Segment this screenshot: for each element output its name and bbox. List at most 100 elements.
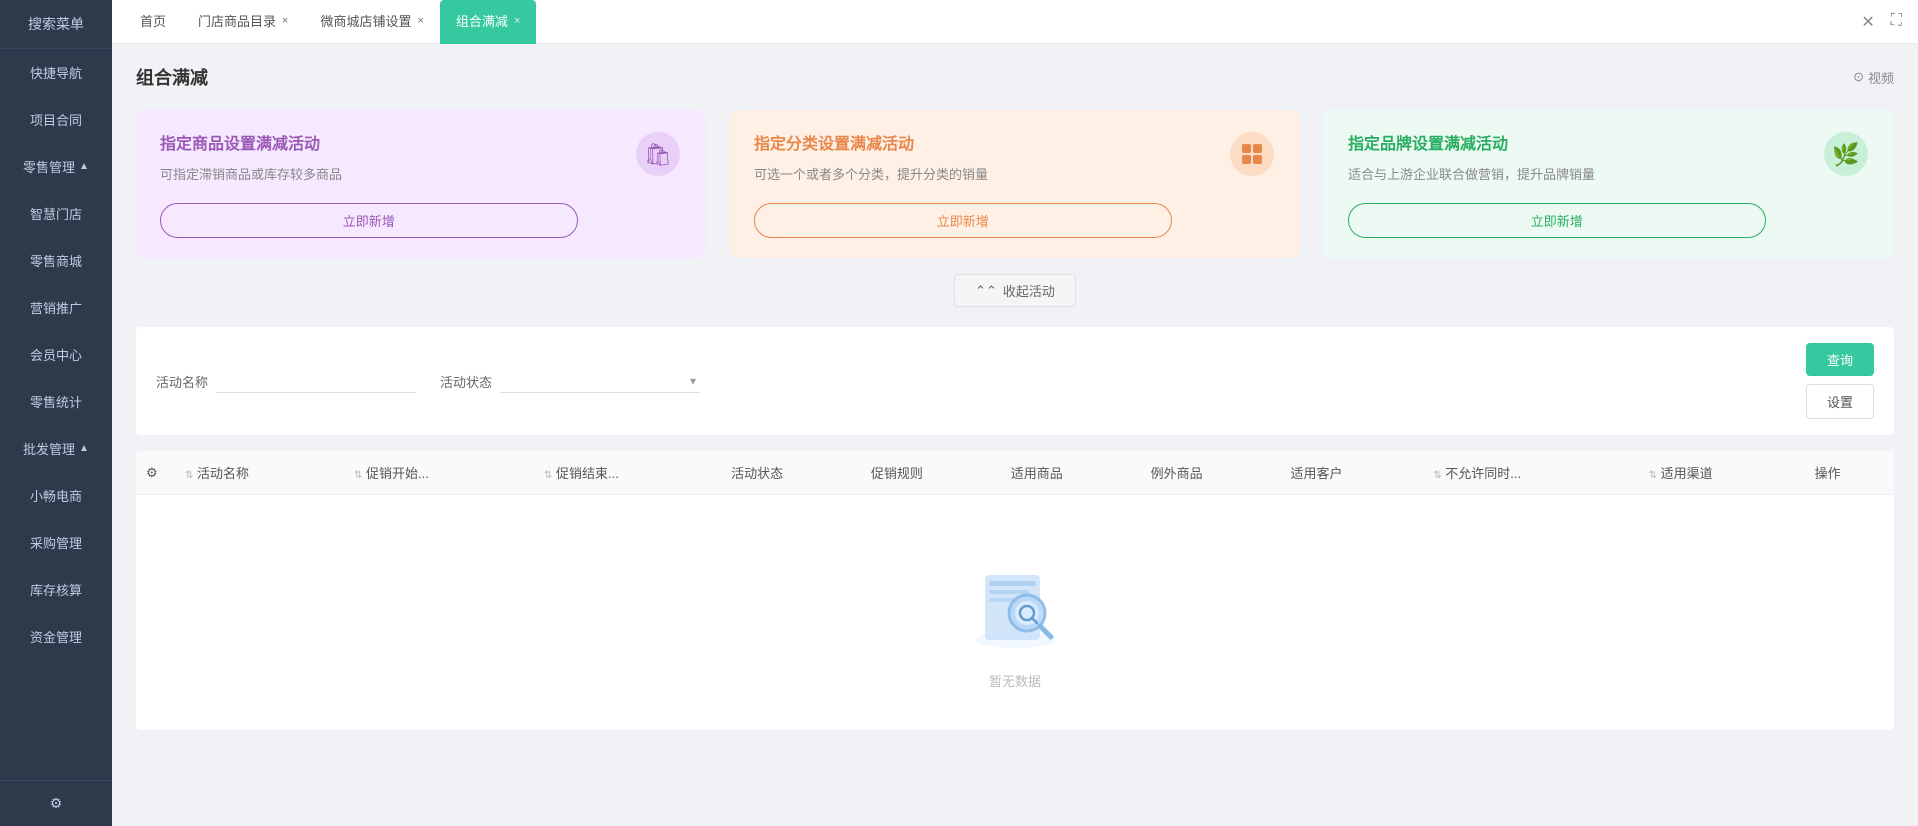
brand-activity-card: 🌿 指定品牌设置满减活动 适合与上游企业联合做营销，提升品牌销量 立即新增 [1324,110,1894,258]
page-content: 组合满减 ⊙ 视频 🛍 指定商品设置满减活动 可指定滞销商品或库存较多商品 立即… [112,44,1918,826]
table-header-applicable-channel[interactable]: ⇅ 适用渠道 [1636,451,1805,495]
filter-actions: 查询 设置 [1806,343,1874,419]
tab-combo-discount[interactable]: 组合满减 × [440,0,536,44]
sort-icon: ⇅ [544,470,552,481]
product-card-title: 指定商品设置满减活动 [160,130,682,154]
sidebar-item-inventory[interactable]: 库存核算 [0,566,112,613]
tab-store-catalog-label: 门店商品目录 [198,11,276,30]
sidebar-item-project-contract[interactable]: 项目合同 [0,96,112,143]
table-header-no-concurrent[interactable]: ⇅ 不允许同时... [1420,451,1635,495]
table-header-applicable-customer: 适用客户 [1280,451,1420,495]
close-icon[interactable]: × [282,15,288,27]
sort-icon: ⇅ [354,470,362,481]
collapse-button[interactable]: ⌃⌃ 收起活动 [954,274,1076,307]
activity-cards: 🛍 指定商品设置满减活动 可指定滞销商品或库存较多商品 立即新增 [136,110,1894,258]
table-header-promo-start[interactable]: ⇅ 促销开始... [341,451,531,495]
sidebar-item-smart-store[interactable]: 智慧门店 [0,190,112,237]
tab-store-catalog[interactable]: 门店商品目录 × [182,0,304,44]
chevron-up-icon: ▲ [79,161,89,172]
sidebar-item-label: 快捷导航 [30,63,82,82]
filter-name-input[interactable] [216,369,416,393]
chevron-down-icon: ▲ [79,443,89,454]
category-activity-card: 指定分类设置满减活动 可选一个或者多个分类，提升分类的销量 立即新增 [730,110,1300,258]
tab-wechat-store[interactable]: 微商城店铺设置 × [304,0,439,44]
video-label: 视频 [1868,68,1894,87]
filter-bar: 活动名称 活动状态 进行中 已结束 未开始 ▾ 查询 设置 [136,327,1894,435]
table-header-row: ⚙ ⇅ 活动名称 ⇅ 促销开始... ⇅ 促销结束... [136,451,1894,495]
filter-status-item: 活动状态 进行中 已结束 未开始 ▾ [440,369,700,393]
table-header-activity-status: 活动状态 [721,451,861,495]
sidebar-item-member-center[interactable]: 会员中心 [0,331,112,378]
table-container: ⚙ ⇅ 活动名称 ⇅ 促销开始... ⇅ 促销结束... [136,451,1894,730]
setting-button[interactable]: 设置 [1806,384,1874,419]
sidebar-item-label: 营销推广 [30,298,82,317]
sidebar-item-label: 小畅电商 [30,486,82,505]
tab-home-label: 首页 [140,11,166,30]
sidebar-item-label: 零售管理 [23,157,75,176]
gear-icon: ⚙ [146,465,158,480]
sidebar-item-fund-mgmt[interactable]: 资金管理 [0,613,112,660]
tab-combo-discount-label: 组合满减 [456,11,508,30]
page-header: 组合满减 ⊙ 视频 [136,64,1894,90]
brand-card-title: 指定品牌设置满减活动 [1348,130,1870,154]
empty-state: 暂无数据 [136,495,1894,730]
category-card-title: 指定分类设置满减活动 [754,130,1276,154]
tab-wechat-store-label: 微商城店铺设置 [320,11,411,30]
sidebar-item-retail-mgmt[interactable]: 零售管理 ▲ [0,143,112,190]
tab-bar: 首页 门店商品目录 × 微商城店铺设置 × 组合满减 × ✕ ⛶ [112,0,1918,44]
video-link[interactable]: ⊙ 视频 [1853,68,1894,87]
svg-text:🛍: 🛍 [644,142,672,167]
query-button[interactable]: 查询 [1806,343,1874,376]
sidebar-item-retail-mall[interactable]: 零售商城 [0,237,112,284]
empty-illustration [955,555,1075,655]
collapse-label: 收起活动 [1003,281,1055,300]
maximize-icon[interactable]: ⛶ [1887,8,1906,36]
table-header-operation: 操作 [1805,451,1894,495]
filter-name-label: 活动名称 [156,372,208,391]
sidebar-item-wholesale-mgmt[interactable]: 批发管理 ▲ [0,425,112,472]
sidebar-item-marketing[interactable]: 营销推广 [0,284,112,331]
sort-icon: ⇅ [185,470,193,481]
empty-text: 暂无数据 [136,671,1894,690]
sidebar-item-label: 资金管理 [30,627,82,646]
close-icon[interactable]: × [514,15,520,27]
close-window-icon[interactable]: ✕ [1857,8,1878,36]
sidebar: 搜索菜单 快捷导航 项目合同 零售管理 ▲ 智慧门店 零售商城 营销推广 会员中… [0,0,112,826]
category-icon [1228,130,1276,186]
sidebar-item-xiaochange[interactable]: 小畅电商 [0,472,112,519]
sidebar-item-quick-nav[interactable]: 快捷导航 [0,49,112,96]
sidebar-item-retail-stats[interactable]: 零售统计 [0,378,112,425]
main-area: 首页 门店商品目录 × 微商城店铺设置 × 组合满减 × ✕ ⛶ 组合满减 ⊙ … [112,0,1918,826]
table-header-promo-rule: 促销规则 [861,451,1001,495]
table-header-applicable-goods: 适用商品 [1001,451,1141,495]
filter-status-label: 活动状态 [440,372,492,391]
sort-icon: ⇅ [1433,470,1441,481]
settings-button[interactable]: ⚙ [0,780,112,826]
collapse-bar: ⌃⌃ 收起活动 [136,274,1894,307]
product-card-desc: 可指定滞销商品或库存较多商品 [160,164,682,183]
category-card-add-button[interactable]: 立即新增 [754,203,1172,238]
sidebar-item-purchase-mgmt[interactable]: 采购管理 [0,519,112,566]
filter-status-select[interactable]: 进行中 已结束 未开始 [500,369,700,393]
table-header-settings[interactable]: ⚙ [136,451,172,495]
collapse-up-icon: ⌃⌃ [975,283,997,299]
play-circle-icon: ⊙ [1853,69,1864,85]
brand-icon: 🌿 [1822,130,1870,186]
sidebar-item-label: 批发管理 [23,439,75,458]
table-header-exception-goods: 例外商品 [1141,451,1281,495]
brand-card-add-button[interactable]: 立即新增 [1348,203,1766,238]
close-icon[interactable]: × [417,15,423,27]
sidebar-search[interactable]: 搜索菜单 [0,0,112,49]
tab-bar-actions: ✕ ⛶ [1857,8,1906,36]
sidebar-item-label: 采购管理 [30,533,82,552]
sidebar-item-label: 库存核算 [30,580,82,599]
sidebar-item-label: 项目合同 [30,110,82,129]
sidebar-item-label: 零售统计 [30,392,82,411]
category-card-desc: 可选一个或者多个分类，提升分类的销量 [754,164,1276,183]
product-card-add-button[interactable]: 立即新增 [160,203,578,238]
table-header-activity-name[interactable]: ⇅ 活动名称 [172,451,341,495]
svg-text:🌿: 🌿 [1832,142,1859,167]
brand-card-desc: 适合与上游企业联合做营销，提升品牌销量 [1348,164,1870,183]
table-header-promo-end[interactable]: ⇅ 促销结束... [531,451,721,495]
tab-home[interactable]: 首页 [124,0,182,44]
